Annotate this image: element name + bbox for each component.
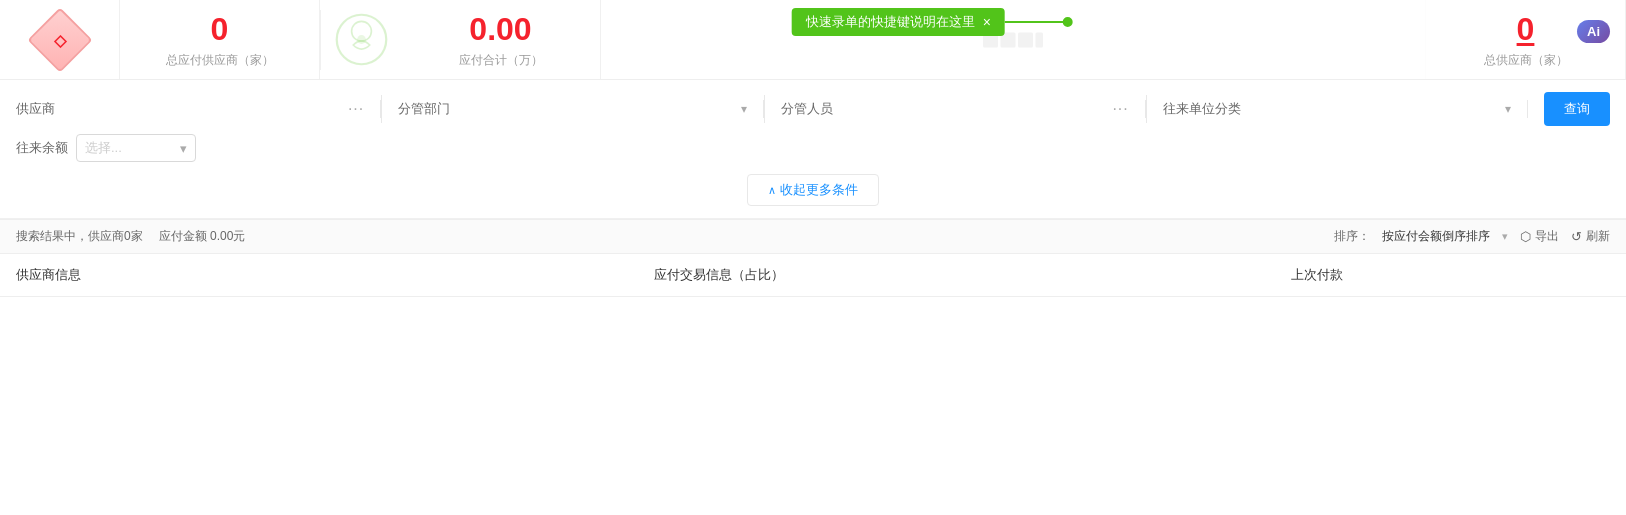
supplier-more-btn[interactable]: ···: [348, 100, 364, 118]
shortcut-tooltip: 快速录单的快捷键说明在这里 ×: [792, 8, 1005, 36]
supplier-filter-input[interactable]: [74, 102, 340, 117]
total-payable-suppliers-stat: 0 总应付供应商（家）: [120, 0, 320, 79]
supplier-icon-area: [601, 0, 1426, 79]
supplier-count-text: 搜索结果中，供应商0家: [16, 228, 143, 245]
supplier-filter: 供应商 ···: [16, 100, 381, 118]
payable-total-number: 0.00: [469, 10, 531, 48]
refresh-btn[interactable]: ↺ 刷新: [1571, 228, 1610, 245]
collapse-btn[interactable]: ∧ 收起更多条件: [747, 174, 879, 206]
tooltip-close-btn[interactable]: ×: [983, 14, 991, 30]
logo-area: ◇: [0, 0, 120, 79]
person-more-btn[interactable]: ···: [1112, 100, 1128, 118]
balance-select[interactable]: 选择... ▾: [76, 134, 196, 162]
collapse-row: ∧ 收起更多条件: [16, 170, 1610, 214]
result-bar: 搜索结果中，供应商0家 应付金额 0.00元 排序： 按应付会额倒序排序 ▾ ⬡…: [0, 219, 1626, 254]
person-filter-label: 分管人员: [781, 100, 833, 118]
col-payment-header: 上次付款: [1291, 266, 1610, 284]
col-transaction-header: 应付交易信息（占比）: [654, 266, 1292, 284]
export-btn[interactable]: ⬡ 导出: [1520, 228, 1559, 245]
collapse-label: 收起更多条件: [780, 181, 858, 199]
unit-category-filter: 往来单位分类 ▾: [1147, 100, 1528, 118]
balance-select-placeholder: 选择...: [85, 139, 122, 157]
total-payable-suppliers-number: 0: [211, 10, 229, 48]
result-info: 搜索结果中，供应商0家 应付金额 0.00元: [16, 228, 245, 245]
total-suppliers-label: 总供应商（家）: [1484, 52, 1568, 69]
department-filter: 分管部门 ▾: [382, 100, 763, 118]
unit-category-label: 往来单位分类: [1163, 100, 1241, 118]
export-label: 导出: [1535, 228, 1559, 245]
table-header: 供应商信息 应付交易信息（占比） 上次付款: [0, 254, 1626, 297]
svg-point-2: [357, 35, 366, 44]
person-filter-input[interactable]: [841, 102, 1105, 117]
tooltip-text: 快速录单的快捷键说明在这里: [806, 13, 975, 31]
stats-bar: ◇ 0 总应付供应商（家） 0.00 应付合计（万） 0 总供应商（家）: [0, 0, 1626, 80]
svg-rect-5: [1018, 32, 1033, 47]
tooltip-dot: [1063, 17, 1073, 27]
filter-area: 供应商 ··· 分管部门 ▾ 分管人员 ··· 往来单位分类 ▾ 查询 往来余额: [0, 80, 1626, 219]
payable-total-label: 应付合计（万）: [459, 52, 543, 69]
payable-total-stat: 0.00 应付合计（万）: [401, 0, 601, 79]
collapse-icon: ∧: [768, 184, 776, 197]
filter-row-1: 供应商 ··· 分管部门 ▾ 分管人员 ··· 往来单位分类 ▾ 查询: [16, 92, 1610, 126]
result-actions: 排序： 按应付会额倒序排序 ▾ ⬡ 导出 ↺ 刷新: [1334, 228, 1610, 245]
export-icon: ⬡: [1520, 229, 1531, 244]
diamond-icon: ◇: [27, 7, 92, 72]
coin-icon-area: [321, 0, 401, 80]
total-suppliers-number: 0: [1517, 10, 1535, 48]
query-button[interactable]: 查询: [1544, 92, 1610, 126]
balance-filter-label: 往来余额: [16, 139, 68, 157]
refresh-label: 刷新: [1586, 228, 1610, 245]
department-chevron-icon[interactable]: ▾: [741, 102, 747, 116]
payable-amount-text: 应付金额 0.00元: [159, 228, 246, 245]
ai-badge[interactable]: Ai: [1577, 20, 1610, 43]
sort-chevron-icon[interactable]: ▾: [1502, 230, 1508, 243]
table-body-empty: [0, 297, 1626, 515]
sort-select[interactable]: 按应付会额倒序排序: [1382, 228, 1490, 245]
unit-category-chevron-icon[interactable]: ▾: [1505, 102, 1511, 116]
filter-row-2: 往来余额 选择... ▾: [16, 134, 1610, 162]
total-payable-suppliers-label: 总应付供应商（家）: [166, 52, 274, 69]
department-filter-input[interactable]: [458, 102, 732, 117]
refresh-icon: ↺: [1571, 229, 1582, 244]
balance-chevron-icon: ▾: [180, 141, 187, 156]
sort-label: 排序：: [1334, 228, 1370, 245]
department-filter-label: 分管部门: [398, 100, 450, 118]
coin-icon: [334, 12, 389, 67]
svg-rect-6: [1036, 32, 1044, 47]
supplier-filter-label: 供应商: [16, 100, 66, 118]
unit-category-input[interactable]: [1249, 102, 1497, 117]
person-filter: 分管人员 ···: [765, 100, 1146, 118]
col-supplier-header: 供应商信息: [16, 266, 654, 284]
